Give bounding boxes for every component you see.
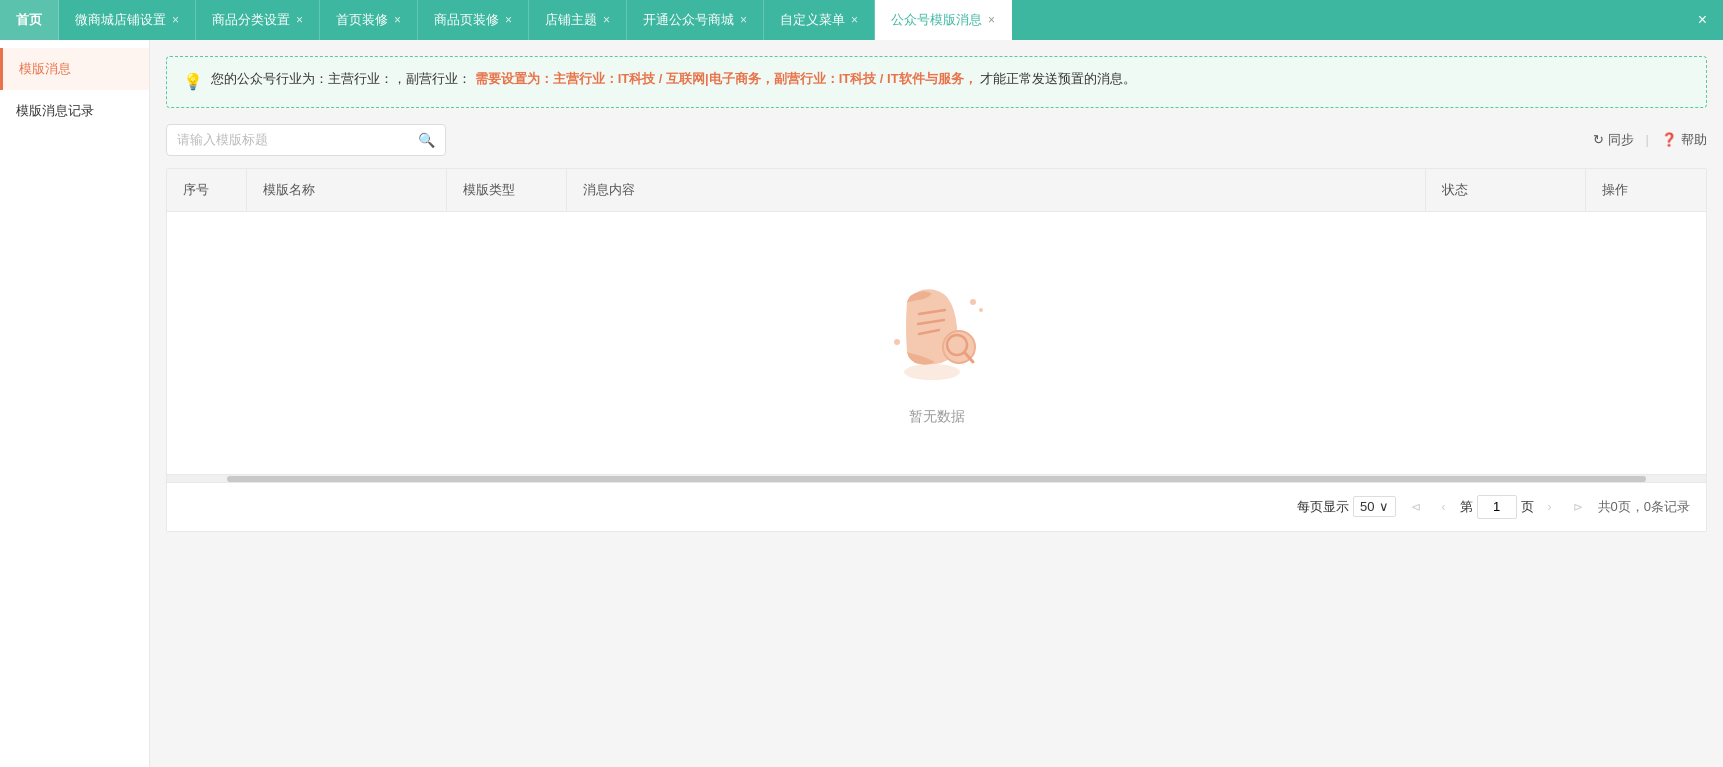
alert-banner: 💡 您的公众号行业为：主营行业：，副营行业： 需要设置为：主营行业：IT科技 /… <box>166 56 1707 108</box>
tab-home-decor-label: 首页装修 <box>336 11 388 29</box>
tab-product-decor-label: 商品页装修 <box>434 11 499 29</box>
col-status: 状态 <box>1426 169 1586 211</box>
toolbar-divider: | <box>1646 132 1649 147</box>
alert-highlight: 需要设置为：主营行业：IT科技 / 互联网|电子商务，副营行业：IT科技 / I… <box>475 71 977 86</box>
tab-store-settings-close[interactable]: × <box>172 13 179 27</box>
search-input[interactable] <box>177 132 418 147</box>
tab-store-theme-label: 店铺主题 <box>545 11 597 29</box>
sidebar: 模版消息 模版消息记录 <box>0 40 150 767</box>
sidebar-item-template-msg-record-label: 模版消息记录 <box>16 103 94 118</box>
tab-store-settings-label: 微商城店铺设置 <box>75 11 166 29</box>
page-size-chevron-icon: ∨ <box>1379 499 1389 514</box>
empty-state: 暂无数据 <box>167 212 1706 466</box>
svg-point-0 <box>904 364 960 380</box>
page-input[interactable] <box>1477 495 1517 519</box>
tab-open-mall-close[interactable]: × <box>740 13 747 27</box>
help-label: 帮助 <box>1681 131 1707 149</box>
data-table: 序号 模版名称 模版类型 消息内容 状态 操作 <box>166 168 1707 532</box>
svg-point-7 <box>970 299 976 305</box>
tab-custom-menu-close[interactable]: × <box>851 13 858 27</box>
alert-text: 您的公众号行业为：主营行业：，副营行业： 需要设置为：主营行业：IT科技 / 互… <box>211 69 1136 90</box>
page-size-value: 50 <box>1360 499 1374 514</box>
page-navigation: ⊲ ‹ 第 页 › ⊳ <box>1404 495 1590 519</box>
help-button[interactable]: ❓ 帮助 <box>1661 131 1707 149</box>
page-label: 第 <box>1460 498 1473 516</box>
total-info: 共0页，0条记录 <box>1598 498 1690 516</box>
tab-template-msg[interactable]: 公众号模版消息 × <box>875 0 1012 40</box>
page-last-button[interactable]: ⊳ <box>1566 495 1590 519</box>
alert-suffix: 才能正常发送预置的消息。 <box>980 71 1136 86</box>
page-size-select-box[interactable]: 50 ∨ <box>1353 496 1395 517</box>
search-icon[interactable]: 🔍 <box>418 132 435 148</box>
pagination: 每页显示 50 ∨ ⊲ ‹ 第 页 › ⊳ 共0页，0条记录 <box>167 482 1706 531</box>
page-unit: 页 <box>1521 498 1534 516</box>
page-size-label: 每页显示 <box>1297 498 1349 516</box>
tab-product-decor[interactable]: 商品页装修 × <box>418 0 529 40</box>
tab-category-settings[interactable]: 商品分类设置 × <box>196 0 320 40</box>
sync-icon: ↻ <box>1593 132 1604 147</box>
page-first-button[interactable]: ⊲ <box>1404 495 1428 519</box>
sync-label: 同步 <box>1608 131 1634 149</box>
alert-prefix: 您的公众号行业为：主营行业：，副营行业： <box>211 71 471 86</box>
tab-home-decor-close[interactable]: × <box>394 13 401 27</box>
tab-open-mall-label: 开通公众号商城 <box>643 11 734 29</box>
page-next-button[interactable]: › <box>1538 495 1562 519</box>
tab-template-msg-close[interactable]: × <box>988 13 995 27</box>
col-content: 消息内容 <box>567 169 1426 211</box>
svg-point-8 <box>979 308 983 312</box>
tab-store-settings[interactable]: 微商城店铺设置 × <box>59 0 196 40</box>
sidebar-item-template-msg-record[interactable]: 模版消息记录 <box>0 90 149 132</box>
tab-template-msg-label: 公众号模版消息 <box>891 11 982 29</box>
bulb-icon: 💡 <box>183 69 203 95</box>
content-area: 💡 您的公众号行业为：主营行业：，副营行业： 需要设置为：主营行业：IT科技 /… <box>150 40 1723 767</box>
help-icon: ❓ <box>1661 132 1677 147</box>
search-input-wrap[interactable]: 🔍 <box>166 124 446 156</box>
page-size-selector: 每页显示 50 ∨ <box>1297 496 1395 517</box>
toolbar-right: ↻ 同步 | ❓ 帮助 <box>1593 131 1707 149</box>
tab-custom-menu-label: 自定义菜单 <box>780 11 845 29</box>
col-seq: 序号 <box>167 169 247 211</box>
top-navigation: 首页 微商城店铺设置 × 商品分类设置 × 首页装修 × 商品页装修 × 店铺主… <box>0 0 1723 40</box>
svg-point-9 <box>894 339 900 345</box>
tab-store-theme[interactable]: 店铺主题 × <box>529 0 627 40</box>
tab-category-settings-close[interactable]: × <box>296 13 303 27</box>
col-name: 模版名称 <box>247 169 447 211</box>
scrollbar-thumb[interactable] <box>227 476 1646 482</box>
col-action: 操作 <box>1586 169 1706 211</box>
tab-home[interactable]: 首页 <box>0 0 59 40</box>
main-layout: 模版消息 模版消息记录 💡 您的公众号行业为：主营行业：，副营行业： 需要设置为… <box>0 40 1723 767</box>
sidebar-item-template-msg[interactable]: 模版消息 <box>0 48 149 90</box>
tab-custom-menu[interactable]: 自定义菜单 × <box>764 0 875 40</box>
sidebar-item-template-msg-label: 模版消息 <box>19 61 71 76</box>
empty-illustration <box>877 272 997 392</box>
tab-store-theme-close[interactable]: × <box>603 13 610 27</box>
tab-category-settings-label: 商品分类设置 <box>212 11 290 29</box>
global-close-button[interactable]: × <box>1682 11 1723 29</box>
table-header: 序号 模版名称 模版类型 消息内容 状态 操作 <box>167 169 1706 212</box>
empty-text: 暂无数据 <box>909 408 965 426</box>
horizontal-scrollbar[interactable] <box>167 474 1706 482</box>
page-prev-button[interactable]: ‹ <box>1432 495 1456 519</box>
tab-home-label: 首页 <box>16 11 42 29</box>
sync-button[interactable]: ↻ 同步 <box>1593 131 1634 149</box>
col-type: 模版类型 <box>447 169 567 211</box>
tab-home-decor[interactable]: 首页装修 × <box>320 0 418 40</box>
tab-open-mall[interactable]: 开通公众号商城 × <box>627 0 764 40</box>
search-bar: 🔍 ↻ 同步 | ❓ 帮助 <box>166 124 1707 156</box>
tab-product-decor-close[interactable]: × <box>505 13 512 27</box>
